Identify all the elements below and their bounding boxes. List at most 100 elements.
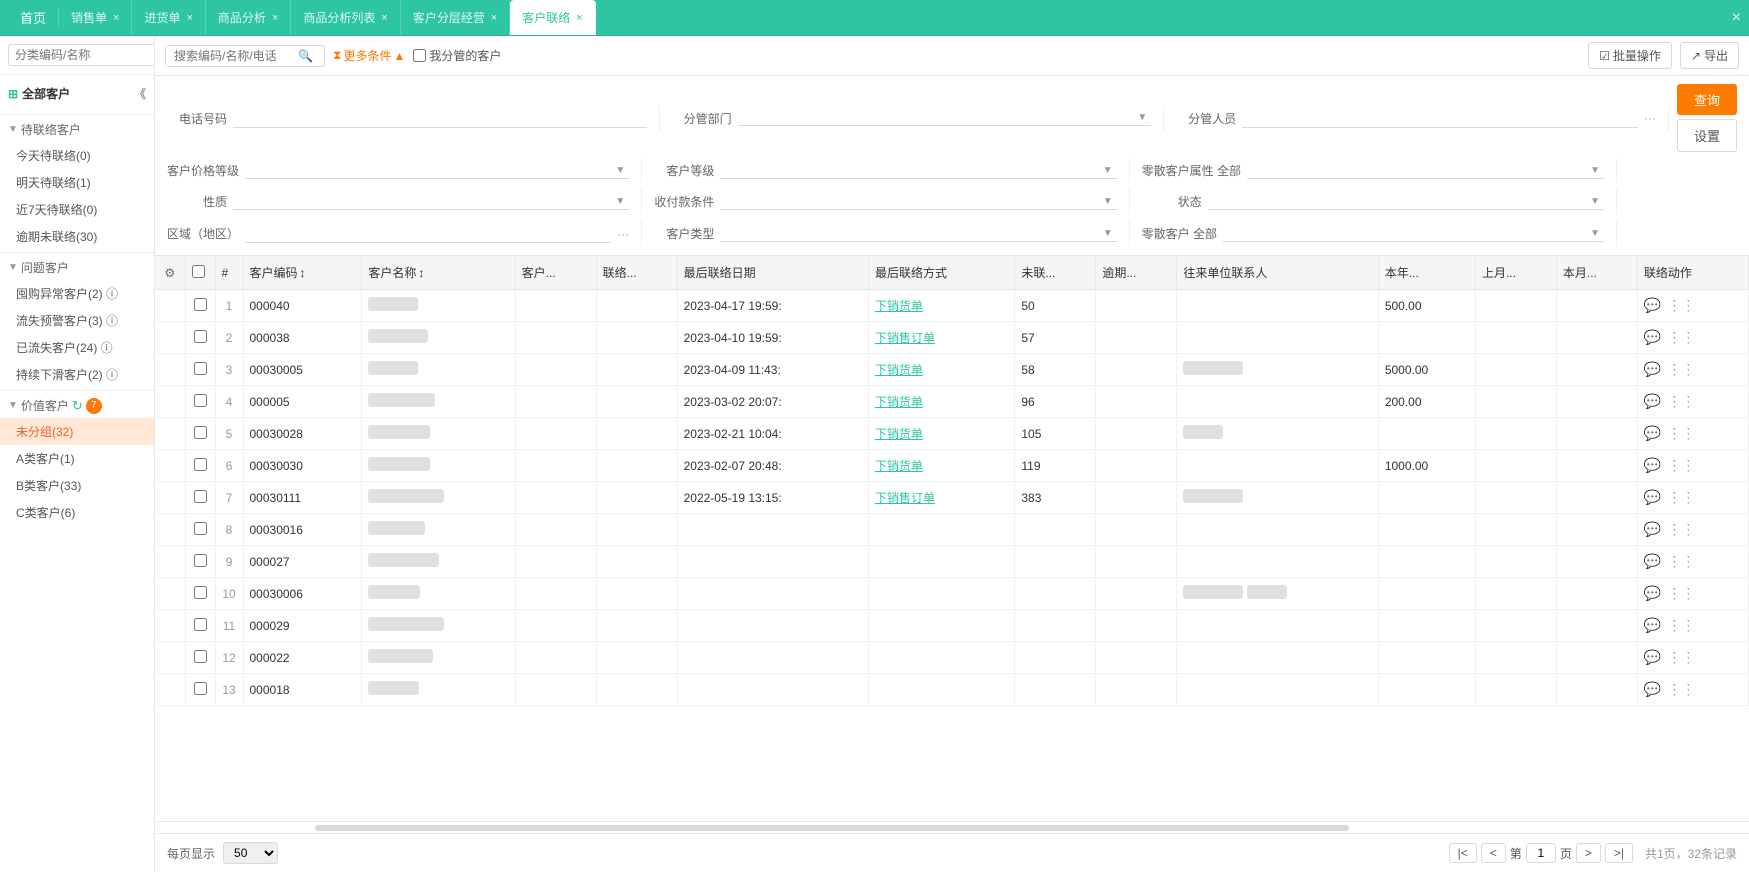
row-check[interactable] (185, 546, 215, 578)
more-conditions-button[interactable]: ⧗ 更多条件 ▲ (333, 47, 405, 64)
row-checkbox[interactable] (194, 650, 207, 663)
row-check[interactable] (185, 450, 215, 482)
contact-icon[interactable]: 💬 (1644, 297, 1661, 314)
manager-dots[interactable]: ··· (1644, 111, 1656, 125)
prev-page-button[interactable]: < (1481, 843, 1506, 863)
query-button[interactable]: 查询 (1677, 84, 1737, 115)
row-checkbox[interactable] (194, 330, 207, 343)
contact-icon[interactable]: 💬 (1644, 361, 1661, 378)
sparse-attr-select[interactable]: ▼ (1247, 163, 1604, 179)
last-method-link[interactable]: 下销货单 (875, 427, 923, 441)
phone-input[interactable] (233, 109, 647, 128)
check-all[interactable] (192, 265, 205, 278)
region-dots[interactable]: ··· (617, 227, 629, 241)
sidebar-item-c-class[interactable]: C类客户(6) (0, 499, 154, 526)
close-all-button[interactable]: × (1732, 9, 1741, 27)
code-col[interactable]: 客户编码 ↕ (243, 256, 362, 290)
row-check[interactable] (185, 290, 215, 322)
tab-sales[interactable]: 销售单 × (59, 0, 132, 35)
price-level-select[interactable]: ▼ (245, 163, 629, 179)
group-pending-label[interactable]: ▼ 待联络客户 (0, 117, 154, 142)
tab-analysis-list-close[interactable]: × (381, 12, 387, 24)
row-check[interactable] (185, 354, 215, 386)
contact-icon[interactable]: 💬 (1644, 617, 1661, 634)
row-check[interactable] (185, 642, 215, 674)
last-method-link[interactable]: 下销售订单 (875, 331, 935, 345)
row-check[interactable] (185, 578, 215, 610)
page-number-input[interactable] (1526, 843, 1556, 863)
tab-purchase[interactable]: 进货单 × (132, 0, 205, 35)
tab-purchase-close[interactable]: × (186, 12, 192, 24)
contact-icon[interactable]: 💬 (1644, 425, 1661, 442)
tab-customer-segment-close[interactable]: × (491, 12, 497, 24)
sidebar-item-stockpile[interactable]: 囤购异常客户(2) ⓘ (0, 280, 154, 307)
more-icon[interactable]: ⋮⋮ (1667, 457, 1695, 474)
tab-customer-contact-close[interactable]: × (576, 12, 582, 24)
row-checkbox[interactable] (194, 394, 207, 407)
row-checkbox[interactable] (194, 458, 207, 471)
row-last-method[interactable]: 下销货单 (868, 386, 1014, 418)
more-icon[interactable]: ⋮⋮ (1667, 681, 1695, 698)
more-icon[interactable]: ⋮⋮ (1667, 489, 1695, 506)
status-select[interactable]: ▼ (1208, 194, 1604, 210)
more-icon[interactable]: ⋮⋮ (1667, 393, 1695, 410)
sidebar-item-tomorrow[interactable]: 明天待联络(1) (0, 169, 154, 196)
row-last-method[interactable]: 下销售订单 (868, 482, 1014, 514)
contact-icon[interactable]: 💬 (1644, 393, 1661, 410)
payment-select[interactable]: ▼ (720, 194, 1116, 210)
last-method-link[interactable]: 下销货单 (875, 299, 923, 313)
sidebar-item-a-class[interactable]: A类客户(1) (0, 445, 154, 472)
sidebar-item-b-class[interactable]: B类客户(33) (0, 472, 154, 499)
row-last-method[interactable]: 下销货单 (868, 418, 1014, 450)
tab-customer-segment[interactable]: 客户分层经营 × (401, 0, 510, 35)
my-customers-checkbox[interactable]: 我分管的客户 (413, 47, 501, 64)
contact-icon[interactable]: 💬 (1644, 489, 1661, 506)
row-last-method[interactable]: 下销货单 (868, 450, 1014, 482)
contact-icon[interactable]: 💬 (1644, 553, 1661, 570)
last-page-button[interactable]: >| (1605, 843, 1633, 863)
more-icon[interactable]: ⋮⋮ (1667, 361, 1695, 378)
last-method-link[interactable]: 下销货单 (875, 395, 923, 409)
sidebar-item-declining[interactable]: 持续下滑客户(2) ⓘ (0, 361, 154, 388)
tab-analysis-list[interactable]: 商品分析列表 × (291, 0, 400, 35)
horizontal-scrollbar[interactable] (155, 821, 1749, 833)
row-checkbox[interactable] (194, 618, 207, 631)
tab-sales-close[interactable]: × (113, 12, 119, 24)
next-page-button[interactable]: > (1576, 843, 1601, 863)
manager-input[interactable] (1242, 109, 1638, 128)
more-icon[interactable]: ⋮⋮ (1667, 553, 1695, 570)
row-last-method[interactable]: 下销货单 (868, 290, 1014, 322)
group-problem-label[interactable]: ▼ 问题客户 (0, 255, 154, 280)
last-method-link[interactable]: 下销货单 (875, 459, 923, 473)
customer-level-select[interactable]: ▼ (720, 163, 1116, 179)
row-checkbox[interactable] (194, 362, 207, 375)
row-checkbox[interactable] (194, 586, 207, 599)
sidebar-item-churn-warn[interactable]: 流失预警客户(3) ⓘ (0, 307, 154, 334)
dept-select[interactable]: ▼ (738, 110, 1152, 126)
filter-search-icon[interactable]: 🔍 (298, 49, 313, 63)
more-icon[interactable]: ⋮⋮ (1667, 617, 1695, 634)
row-check[interactable] (185, 610, 215, 642)
contact-icon[interactable]: 💬 (1644, 329, 1661, 346)
row-checkbox[interactable] (194, 682, 207, 695)
contact-icon[interactable]: 💬 (1644, 457, 1661, 474)
last-method-link[interactable]: 下销货单 (875, 363, 923, 377)
name-col[interactable]: 客户名称 ↕ (362, 256, 515, 290)
row-checkbox[interactable] (194, 554, 207, 567)
nature-select[interactable]: ▼ (233, 194, 629, 210)
tab-home[interactable]: 首页 (8, 8, 59, 27)
row-check[interactable] (185, 322, 215, 354)
filter-search-input[interactable] (174, 49, 294, 63)
last-method-link[interactable]: 下销售订单 (875, 491, 935, 505)
my-customers-check[interactable] (413, 49, 426, 62)
more-icon[interactable]: ⋮⋮ (1667, 329, 1695, 346)
customer-type-select[interactable]: ▼ (720, 226, 1116, 242)
group-value-label[interactable]: ▼ 价值客户 ↻ 7 (0, 393, 154, 418)
settings-col[interactable]: ⚙ (155, 256, 185, 290)
sparse-customer-select[interactable]: ▼ (1223, 226, 1604, 242)
more-icon[interactable]: ⋮⋮ (1667, 649, 1695, 666)
row-check[interactable] (185, 482, 215, 514)
region-input[interactable] (245, 224, 611, 243)
row-checkbox[interactable] (194, 522, 207, 535)
sidebar-search-input[interactable] (8, 44, 155, 66)
